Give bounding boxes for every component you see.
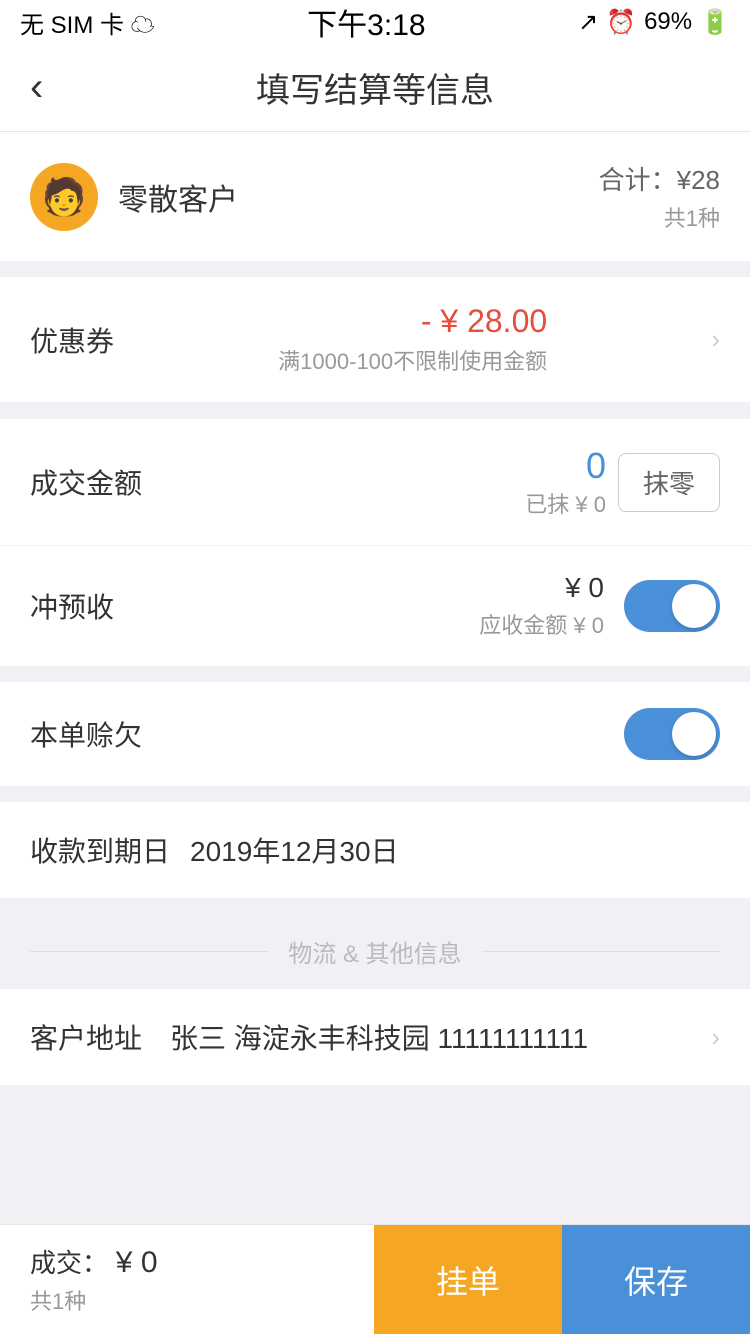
chevron-icon: › (711, 324, 720, 355)
transaction-section: 成交金额 0 已抹 ¥ 0 抹零 冲预收 ¥ 0 应收金额 ¥ 0 (0, 419, 750, 666)
customer-row: 🧑 零散客户 合计：¥28 共1种 (0, 132, 750, 261)
debt-row: 本单赊欠 (0, 682, 750, 786)
mozero-button[interactable]: 抹零 (618, 453, 720, 512)
duedate-row: 收款到期日 2019年12月30日 (0, 802, 750, 898)
bottom-amount-row: 成交： ¥ 0 (30, 1243, 344, 1280)
avatar-icon: 🧑 (42, 176, 87, 218)
coupon-amount: - ¥ 28.00 (278, 303, 547, 340)
battery-level: 69% (644, 8, 692, 36)
debt-toggle[interactable] (624, 708, 720, 760)
debt-section: 本单赊欠 (0, 682, 750, 786)
transaction-sub: 已抹 ¥ 0 (525, 487, 606, 519)
customer-name: 零散客户 (118, 175, 238, 219)
transaction-row: 成交金额 0 已抹 ¥ 0 抹零 (0, 419, 750, 546)
save-button[interactable]: 保存 (562, 1225, 750, 1334)
alarm-icon: ⏰ (606, 8, 636, 37)
bottom-count: 共1种 (30, 1284, 344, 1316)
address-row[interactable]: 客户地址 张三 海淀永丰科技园 11111111111 › (0, 989, 750, 1085)
duedate-label: 收款到期日 (30, 830, 190, 870)
address-value: 张三 海淀永丰科技园 11111111111 (170, 1017, 711, 1057)
customer-right: 合计：¥28 共1种 (599, 160, 720, 233)
logistics-divider: 物流 & 其他信息 (0, 914, 750, 989)
page-title: 填写结算等信息 (256, 63, 494, 112)
chong-right: ¥ 0 应收金额 ¥ 0 (479, 572, 720, 640)
customer-count: 共1种 (599, 201, 720, 233)
bottom-bar: 成交： ¥ 0 共1种 挂单 保存 (0, 1224, 750, 1334)
transaction-value-col: 0 已抹 ¥ 0 (525, 445, 606, 519)
sim-status: 无 SIM 卡 ☁ (20, 5, 155, 40)
status-time: 下午3:18 (307, 0, 425, 44)
duedate-value: 2019年12月30日 (190, 830, 399, 870)
status-right: ↗ ⏰ 69% 🔋 (578, 8, 730, 37)
chong-toggle[interactable] (624, 580, 720, 632)
customer-total: 合计：¥28 (599, 160, 720, 197)
duedate-section: 收款到期日 2019年12月30日 (0, 802, 750, 898)
chong-label: 冲预收 (30, 586, 114, 626)
address-label: 客户地址 (30, 1017, 150, 1057)
location-icon: ↗ (578, 8, 598, 37)
back-button[interactable]: ‹ (30, 65, 43, 110)
coupon-desc: 满1000-100不限制使用金额 (278, 344, 547, 376)
debt-toggle-circle (672, 712, 716, 756)
chong-amount-col: ¥ 0 应收金额 ¥ 0 (479, 572, 604, 640)
toggle-circle (672, 584, 716, 628)
avatar: 🧑 (30, 163, 98, 231)
transaction-label: 成交金额 (30, 462, 142, 502)
address-chevron-icon: › (711, 1022, 720, 1053)
coupon-row[interactable]: 优惠券 - ¥ 28.00 满1000-100不限制使用金额 › (0, 277, 750, 403)
coupon-right: - ¥ 28.00 满1000-100不限制使用金额 (278, 303, 547, 376)
nav-bar: ‹ 填写结算等信息 (0, 44, 750, 132)
chong-amount: ¥ 0 (479, 572, 604, 604)
status-bar: 无 SIM 卡 ☁ 下午3:18 ↗ ⏰ 69% 🔋 (0, 0, 750, 44)
debt-label: 本单赊欠 (30, 714, 142, 754)
address-section: 客户地址 张三 海淀永丰科技园 11111111111 › (0, 989, 750, 1085)
chong-sub: 应收金额 ¥ 0 (479, 608, 604, 640)
battery-icon: 🔋 (700, 8, 730, 37)
coupon-section: 优惠券 - ¥ 28.00 满1000-100不限制使用金额 › (0, 277, 750, 403)
status-left: 无 SIM 卡 ☁ (20, 5, 155, 40)
transaction-right: 0 已抹 ¥ 0 抹零 (525, 445, 720, 519)
logistics-label: 物流 & 其他信息 (288, 934, 461, 969)
bottom-amount-label: 成交： (30, 1248, 108, 1278)
customer-left: 🧑 零散客户 (30, 163, 238, 231)
content: 🧑 零散客户 合计：¥28 共1种 优惠券 - ¥ 28.00 满1000-10… (0, 132, 750, 1221)
pending-button[interactable]: 挂单 (374, 1225, 562, 1334)
divider-line-right (482, 951, 720, 952)
transaction-value: 0 (525, 445, 606, 487)
coupon-label: 优惠券 (30, 320, 114, 360)
chong-row: 冲预收 ¥ 0 应收金额 ¥ 0 (0, 546, 750, 666)
bottom-amount: ¥ 0 (116, 1246, 158, 1279)
bottom-info: 成交： ¥ 0 共1种 (0, 1243, 374, 1316)
divider-line-left (30, 951, 268, 952)
